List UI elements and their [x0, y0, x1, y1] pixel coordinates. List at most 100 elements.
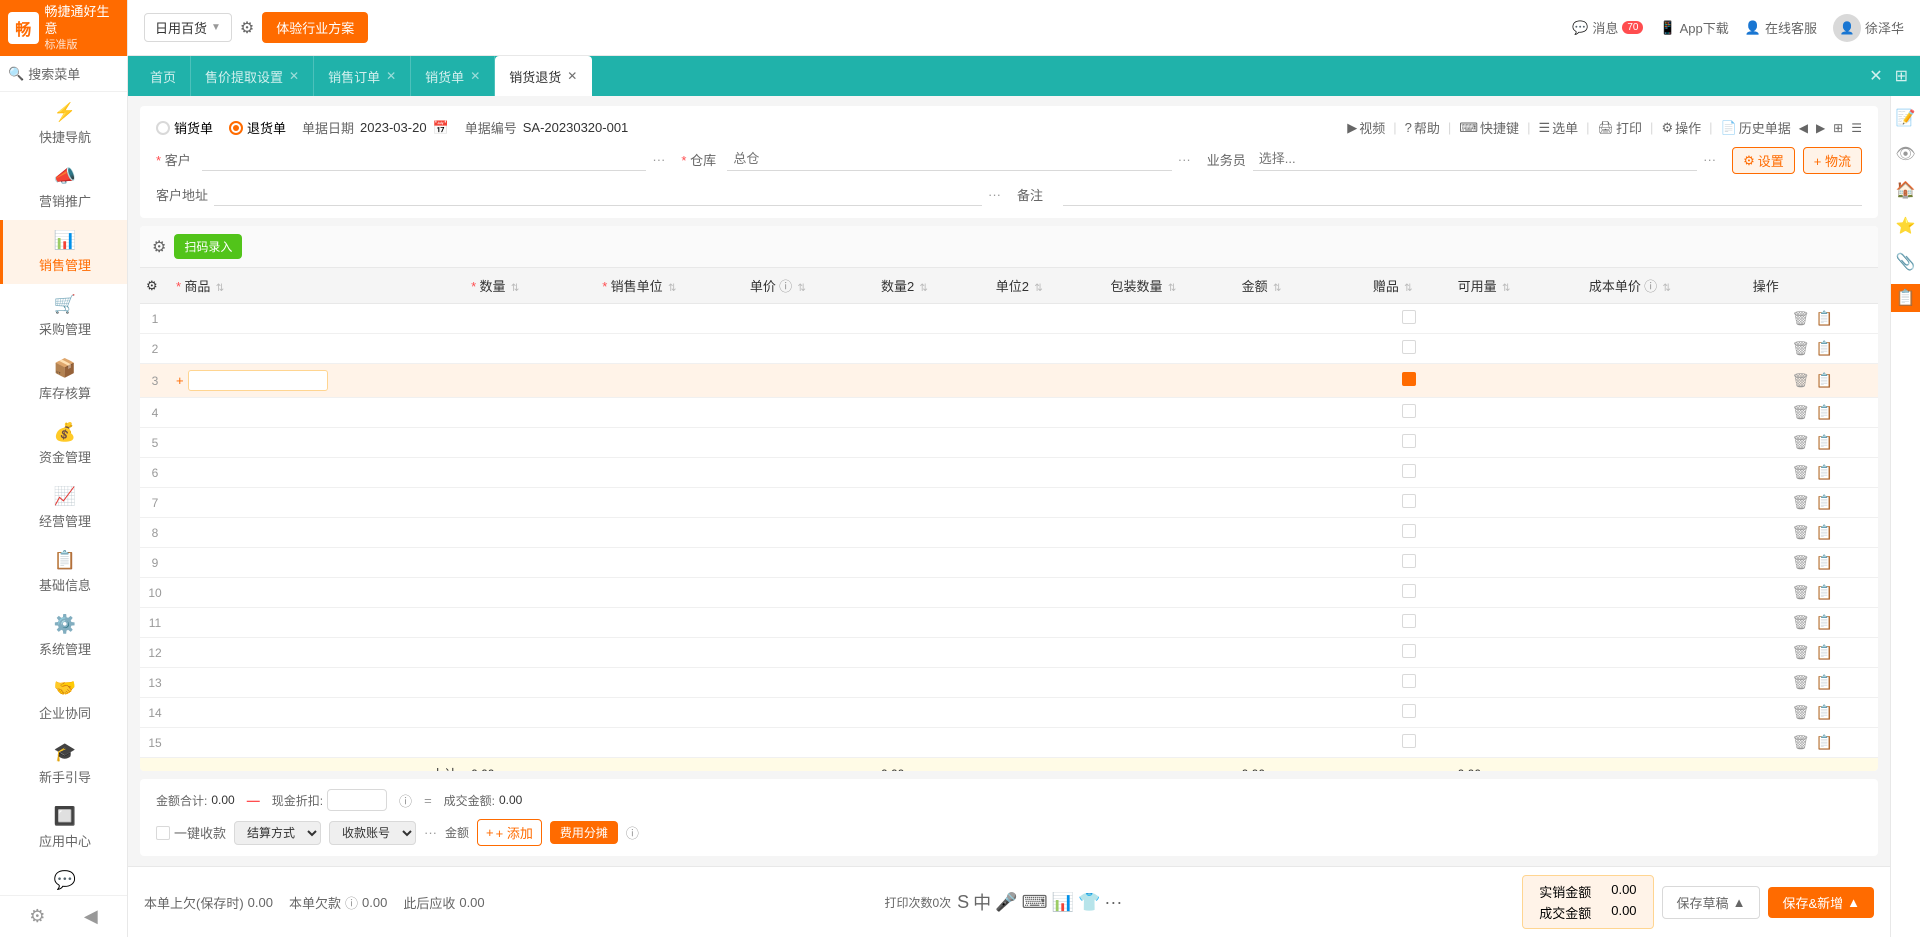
- tab-close-sales-order[interactable]: ✕: [386, 69, 396, 83]
- gift-checkbox-14[interactable]: [1402, 704, 1416, 718]
- customer-input[interactable]: [202, 147, 646, 171]
- gift-cell-4[interactable]: [1367, 398, 1452, 428]
- sidebar-item-basic-info[interactable]: 📋 基础信息: [0, 540, 127, 604]
- price-cell-8[interactable]: [744, 518, 875, 548]
- gift-cell-15[interactable]: [1367, 728, 1452, 758]
- pkg-qty-cell-5[interactable]: [1105, 428, 1236, 458]
- right-icon-1[interactable]: 📝: [1892, 104, 1920, 132]
- table-gear-icon[interactable]: ⚙: [152, 237, 166, 257]
- topbar-gear-icon[interactable]: ⚙: [240, 18, 254, 38]
- copy-row-9[interactable]: 📋: [1816, 554, 1833, 571]
- unit2-cell-14[interactable]: [990, 698, 1105, 728]
- right-icon-4[interactable]: ⭐: [1892, 212, 1920, 240]
- tab-close-sales-delivery[interactable]: ✕: [470, 69, 480, 83]
- sidebar-item-marketing[interactable]: 📣 营销推广: [0, 156, 127, 220]
- gift-checkbox-3[interactable]: [1402, 372, 1416, 386]
- amount-cell-7[interactable]: [1236, 488, 1367, 518]
- qty-cell-15[interactable]: [465, 728, 596, 758]
- pkg-qty-cell-13[interactable]: [1105, 668, 1236, 698]
- amount-cell-9[interactable]: [1236, 548, 1367, 578]
- delete-row-12[interactable]: 🗑: [1792, 644, 1810, 661]
- shortcut-btn[interactable]: ⌨ 快捷键: [1459, 118, 1519, 137]
- qty2-cell-9[interactable]: [875, 548, 990, 578]
- amount-cell-11[interactable]: [1236, 608, 1367, 638]
- unit-cell-4[interactable]: [596, 398, 744, 428]
- gift-checkbox-5[interactable]: [1402, 434, 1416, 448]
- price-cell-4[interactable]: [744, 398, 875, 428]
- pkg-qty-cell-6[interactable]: [1105, 458, 1236, 488]
- unit-cell-1[interactable]: [596, 304, 744, 334]
- amount-cell-4[interactable]: [1236, 398, 1367, 428]
- delete-row-13[interactable]: 🗑: [1792, 674, 1810, 691]
- address-input[interactable]: [214, 182, 982, 206]
- cost-price-cell-8[interactable]: [1583, 518, 1747, 548]
- unit-cell-11[interactable]: [596, 608, 744, 638]
- price-cell-14[interactable]: [744, 698, 875, 728]
- qty-cell-10[interactable]: [465, 578, 596, 608]
- right-icon-6[interactable]: 📋: [1891, 284, 1920, 312]
- available-cell-6[interactable]: [1452, 458, 1583, 488]
- price-cell-1[interactable]: [744, 304, 875, 334]
- operation-btn[interactable]: ⚙ 操作: [1661, 118, 1701, 137]
- sidebar-item-sales[interactable]: 📊 销售管理: [0, 220, 127, 284]
- sidebar-item-system[interactable]: ⚙️ 系统管理: [0, 604, 127, 668]
- unit2-cell-4[interactable]: [990, 398, 1105, 428]
- product-cell-12[interactable]: [170, 638, 465, 668]
- radio-sales[interactable]: 销货单: [156, 118, 213, 137]
- qty-cell-2[interactable]: [465, 334, 596, 364]
- delete-row-10[interactable]: 🗑: [1792, 584, 1810, 601]
- gift-cell-5[interactable]: [1367, 428, 1452, 458]
- amount-cell-2[interactable]: [1236, 334, 1367, 364]
- unit2-cell-6[interactable]: [990, 458, 1105, 488]
- qty-cell-13[interactable]: [465, 668, 596, 698]
- product-cell-8[interactable]: [170, 518, 465, 548]
- copy-row-3[interactable]: 📋: [1816, 372, 1833, 389]
- sidebar-item-purchase[interactable]: 🛒 采购管理: [0, 284, 127, 348]
- sidebar-search[interactable]: 🔍 搜索菜单: [0, 56, 127, 92]
- s-icon[interactable]: S: [957, 892, 969, 913]
- qty2-cell-12[interactable]: [875, 638, 990, 668]
- tab-home[interactable]: 首页: [136, 56, 191, 96]
- copy-row-10[interactable]: 📋: [1816, 584, 1833, 601]
- shirt-icon[interactable]: 👕: [1078, 892, 1100, 913]
- unit-sort[interactable]: ⇅: [668, 283, 676, 294]
- unit-cell-8[interactable]: [596, 518, 744, 548]
- pkg-qty-cell-11[interactable]: [1105, 608, 1236, 638]
- logistics-btn[interactable]: + 物流: [1803, 147, 1862, 174]
- product-cell-6[interactable]: [170, 458, 465, 488]
- cost-price-cell-14[interactable]: [1583, 698, 1747, 728]
- price-cell-10[interactable]: [744, 578, 875, 608]
- qty-cell-11[interactable]: [465, 608, 596, 638]
- qty-cell-5[interactable]: [465, 428, 596, 458]
- cost-price-cell-9[interactable]: [1583, 548, 1747, 578]
- tab-close-price-settings[interactable]: ✕: [289, 69, 299, 83]
- gift-cell-1[interactable]: [1367, 304, 1452, 334]
- tab-sales-order[interactable]: 销售订单 ✕: [314, 56, 411, 96]
- pkg-qty-cell-4[interactable]: [1105, 398, 1236, 428]
- delete-row-14[interactable]: 🗑: [1792, 704, 1810, 721]
- amount-cell-6[interactable]: [1236, 458, 1367, 488]
- keyboard-icon[interactable]: ⌨: [1022, 892, 1048, 913]
- next-doc-btn[interactable]: ▶: [1816, 121, 1825, 135]
- copy-row-15[interactable]: 📋: [1816, 734, 1833, 751]
- price-cell-15[interactable]: [744, 728, 875, 758]
- gift-checkbox-6[interactable]: [1402, 464, 1416, 478]
- gift-checkbox-13[interactable]: [1402, 674, 1416, 688]
- copy-row-12[interactable]: 📋: [1816, 644, 1833, 661]
- price-cell-11[interactable]: [744, 608, 875, 638]
- cost-price-cell-12[interactable]: [1583, 638, 1747, 668]
- cost-price-cell-4[interactable]: [1583, 398, 1747, 428]
- gift-checkbox-1[interactable]: [1402, 310, 1416, 324]
- radio-return[interactable]: 退货单: [229, 118, 286, 137]
- product-cell-9[interactable]: [170, 548, 465, 578]
- qty-cell-14[interactable]: [465, 698, 596, 728]
- qty2-cell-8[interactable]: [875, 518, 990, 548]
- copy-row-8[interactable]: 📋: [1816, 524, 1833, 541]
- more-icon[interactable]: ···: [1104, 892, 1122, 913]
- qty-cell-9[interactable]: [465, 548, 596, 578]
- unit-cell-2[interactable]: [596, 334, 744, 364]
- print-btn[interactable]: 🖨 打印: [1598, 118, 1643, 137]
- gift-cell-6[interactable]: [1367, 458, 1452, 488]
- tab-price-settings[interactable]: 售价提取设置 ✕: [191, 56, 314, 96]
- history-btn[interactable]: 📄 历史单据: [1721, 118, 1791, 137]
